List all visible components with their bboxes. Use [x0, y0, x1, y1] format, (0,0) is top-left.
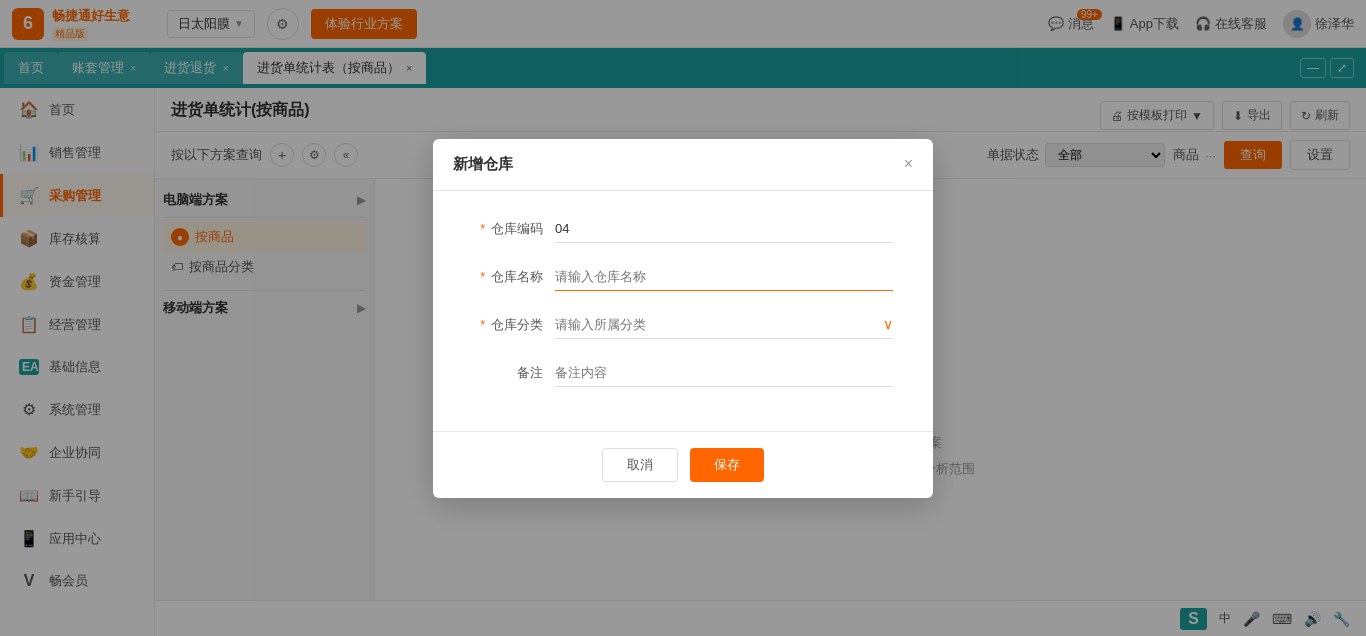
- remark-label: 备注: [473, 364, 543, 382]
- modal-title: 新增仓库: [453, 155, 513, 174]
- warehouse-code-input[interactable]: [555, 215, 893, 243]
- warehouse-category-row: * 仓库分类 ∨: [473, 311, 893, 339]
- category-chevron-down-icon: ∨: [883, 316, 893, 332]
- modal-close-button[interactable]: ×: [904, 155, 913, 173]
- warehouse-name-input[interactable]: [555, 263, 893, 291]
- warehouse-category-label: * 仓库分类: [473, 316, 543, 334]
- modal-overlay[interactable]: 新增仓库 × * 仓库编码 * 仓库名称: [0, 0, 1366, 636]
- save-button[interactable]: 保存: [690, 448, 764, 482]
- warehouse-code-label: * 仓库编码: [473, 220, 543, 238]
- warehouse-code-row: * 仓库编码: [473, 215, 893, 243]
- warehouse-category-input[interactable]: [555, 311, 883, 338]
- remark-row: 备注: [473, 359, 893, 387]
- remark-input[interactable]: [555, 359, 893, 387]
- modal-footer: 取消 保存: [433, 431, 933, 498]
- cancel-button[interactable]: 取消: [602, 448, 678, 482]
- warehouse-category-select-wrap[interactable]: ∨: [555, 311, 893, 339]
- modal-header: 新增仓库 ×: [433, 139, 933, 191]
- warehouse-name-label: * 仓库名称: [473, 268, 543, 286]
- warehouse-name-row: * 仓库名称: [473, 263, 893, 291]
- modal-body: * 仓库编码 * 仓库名称 * 仓库分类: [433, 191, 933, 431]
- new-warehouse-modal: 新增仓库 × * 仓库编码 * 仓库名称: [433, 139, 933, 498]
